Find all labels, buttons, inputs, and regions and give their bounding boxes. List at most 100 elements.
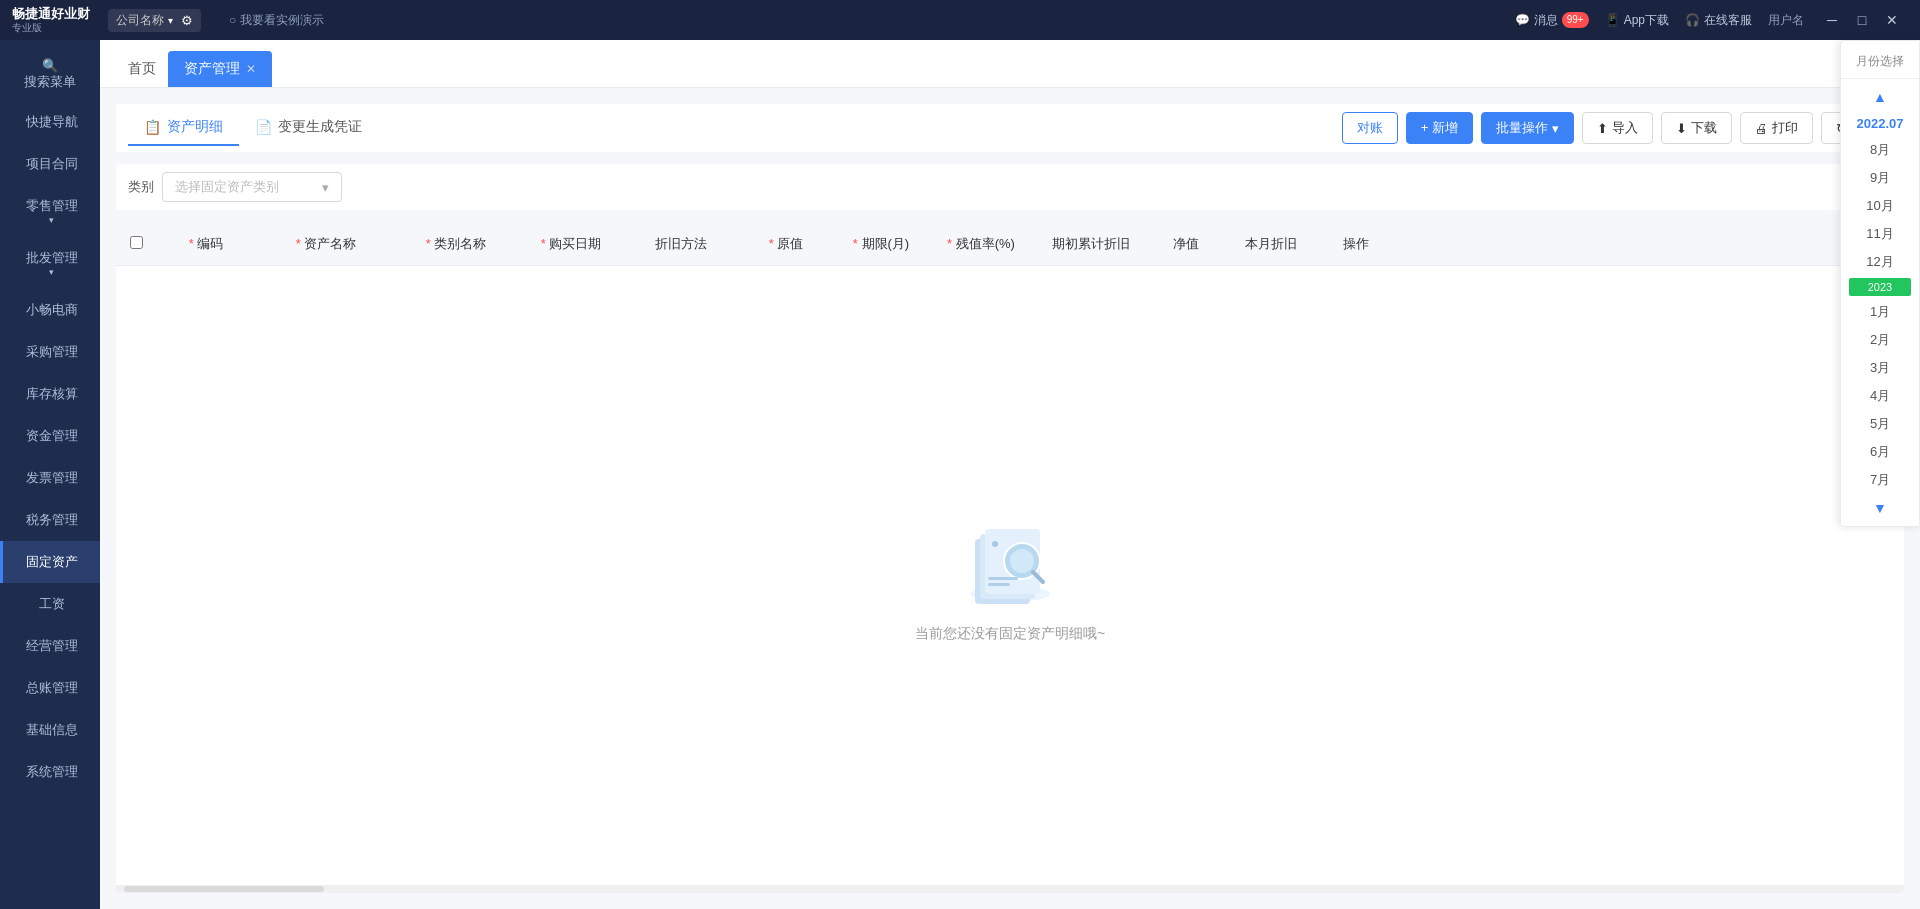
svg-rect-9 [988, 583, 1010, 586]
maximize-button[interactable]: □ [1850, 8, 1874, 32]
empty-text: 当前您还没有固定资产明细哦~ [915, 625, 1105, 643]
company-selector[interactable]: 公司名称 ▾ ⚙ [108, 9, 201, 32]
messages-button[interactable]: 💬 消息 99+ [1515, 12, 1589, 29]
print-button[interactable]: 🖨 打印 [1740, 112, 1813, 144]
sidebar-item-tax[interactable]: 税务管理 [0, 499, 100, 541]
month-item-5[interactable]: 5月 [1841, 410, 1919, 438]
month-nav-up-button[interactable]: ▲ [1870, 87, 1890, 107]
user-menu[interactable]: 用户名 [1768, 12, 1804, 29]
month-year-2023: 2023 [1849, 278, 1911, 296]
demo-link[interactable]: ○ 我要看实例演示 [229, 12, 324, 29]
th-code: 编码 [156, 227, 256, 261]
chevron-down-icon: ▾ [49, 267, 54, 277]
month-item-8[interactable]: 8月 [1841, 136, 1919, 164]
empty-illustration [950, 509, 1070, 609]
th-monthly-dep: 本月折旧 [1226, 227, 1316, 261]
month-item-12[interactable]: 12月 [1841, 248, 1919, 276]
sidebar-item-salary[interactable]: 工资 [0, 583, 100, 625]
th-net-value: 净值 [1146, 227, 1226, 261]
search-icon: 🔍 [42, 58, 58, 73]
sidebar-item-retail[interactable]: 零售管理 ▾ [0, 185, 100, 237]
sidebar-item-quicknav[interactable]: 快捷导航 [0, 101, 100, 143]
month-item-3[interactable]: 3月 [1841, 354, 1919, 382]
sidebar-item-assets[interactable]: 固定资产 [0, 541, 100, 583]
scrollbar[interactable] [116, 885, 1904, 893]
minimize-button[interactable]: ─ [1820, 8, 1844, 32]
download-button[interactable]: ⬇ 下载 [1661, 112, 1732, 144]
month-item-11[interactable]: 11月 [1841, 220, 1919, 248]
sidebar-item-wholesale[interactable]: 批发管理 ▾ [0, 237, 100, 289]
sidebar-item-purchase[interactable]: 采购管理 [0, 331, 100, 373]
month-nav-down-button[interactable]: ▼ [1870, 498, 1890, 518]
import-icon: ⬆ [1597, 121, 1608, 136]
month-item-selected[interactable]: 2022.07 [1841, 111, 1919, 136]
sub-tabs: 📋 资产明细 📄 变更生成凭证 [128, 110, 378, 146]
tab-bar: 首页 资产管理 ✕ [100, 40, 1920, 88]
demo-icon: ○ [229, 13, 236, 27]
month-item-4[interactable]: 4月 [1841, 382, 1919, 410]
top-bar-right: 💬 消息 99+ 📱 App下载 🎧 在线客服 用户名 ─ □ ✕ [1515, 8, 1908, 32]
close-button[interactable]: ✕ [1880, 8, 1904, 32]
sidebar-item-ledger[interactable]: 总账管理 [0, 667, 100, 709]
th-category: 类别名称 [396, 227, 516, 261]
tab-close-icon[interactable]: ✕ [246, 62, 256, 76]
company-name: 公司名称 [116, 12, 164, 29]
scrollbar-thumb[interactable] [124, 886, 324, 892]
import-button[interactable]: ⬆ 导入 [1582, 112, 1653, 144]
sidebar-item-inventory[interactable]: 库存核算 [0, 373, 100, 415]
reconcile-button[interactable]: 对账 [1342, 112, 1398, 144]
content-area: 首页 资产管理 ✕ 📋 资产明细 📄 [100, 40, 1920, 909]
sidebar: 🔍 搜索菜单 快捷导航 项目合同 零售管理 ▾ 批发管理 ▾ 小畅电商 采购管理… [0, 40, 100, 909]
sidebar-item-finance[interactable]: 资金管理 [0, 415, 100, 457]
empty-state: 当前您还没有固定资产明细哦~ [915, 469, 1105, 683]
chevron-down-icon: ▾ [168, 15, 173, 26]
th-period: 期限(月) [836, 227, 926, 261]
sidebar-item-system[interactable]: 系统管理 [0, 751, 100, 793]
select-all-checkbox[interactable] [130, 236, 143, 249]
month-nav-up: ▲ [1841, 87, 1919, 107]
category-select[interactable]: 选择固定资产类别 ▾ [162, 172, 342, 202]
sidebar-item-project[interactable]: 项目合同 [0, 143, 100, 185]
month-item-10[interactable]: 10月 [1841, 192, 1919, 220]
month-item-9[interactable]: 9月 [1841, 164, 1919, 192]
online-service-button[interactable]: 🎧 在线客服 [1685, 12, 1752, 29]
app-download-button[interactable]: 📱 App下载 [1605, 12, 1669, 29]
month-panel: 月份选择 ▲ 2022.07 8月 9月 10月 11月 12月 2023 1月… [1840, 40, 1920, 527]
th-purchase-date: 购买日期 [516, 227, 626, 261]
sub-tab-voucher[interactable]: 📄 变更生成凭证 [239, 110, 378, 146]
month-item-7-2023[interactable]: 7月 [1841, 466, 1919, 494]
chevron-down-icon: ▾ [322, 180, 329, 195]
month-item-6[interactable]: 6月 [1841, 438, 1919, 466]
chevron-down-icon: ▾ [1552, 121, 1559, 136]
top-bar: 畅捷通好业财 专业版 公司名称 ▾ ⚙ ○ 我要看实例演示 💬 消息 99+ 📱… [0, 0, 1920, 40]
detail-icon: 📋 [144, 119, 161, 135]
th-checkbox[interactable] [116, 228, 156, 260]
assets-table: 编码 资产名称 类别名称 购买日期 折旧方法 原值 期限(月) 残值率(%) 期… [116, 222, 1904, 893]
add-button[interactable]: + 新增 [1406, 112, 1473, 144]
user-name: 用户名 [1768, 12, 1804, 29]
page-content: 📋 资产明细 📄 变更生成凭证 对账 + 新增 批量操作 ▾ [100, 88, 1920, 909]
sub-tab-detail[interactable]: 📋 资产明细 [128, 110, 239, 146]
chevron-down-icon: ▾ [49, 215, 54, 225]
month-item-1[interactable]: 1月 [1841, 298, 1919, 326]
download-icon: ⬇ [1676, 121, 1687, 136]
window-controls: ─ □ ✕ [1820, 8, 1908, 32]
tab-home[interactable]: 首页 [116, 51, 168, 87]
top-bar-left: 畅捷通好业财 专业版 公司名称 ▾ ⚙ ○ 我要看实例演示 [12, 6, 1515, 34]
month-nav-down: ▼ [1841, 498, 1919, 518]
batch-button[interactable]: 批量操作 ▾ [1481, 112, 1574, 144]
sidebar-item-search[interactable]: 🔍 搜索菜单 [0, 48, 100, 101]
month-panel-title: 月份选择 [1841, 49, 1919, 79]
month-item-2[interactable]: 2月 [1841, 326, 1919, 354]
sidebar-label-search: 搜索菜单 [8, 73, 92, 91]
sidebar-item-ecommerce[interactable]: 小畅电商 [0, 289, 100, 331]
settings-icon[interactable]: ⚙ [181, 13, 193, 28]
svg-point-7 [992, 541, 998, 547]
th-accumulated: 期初累计折旧 [1036, 227, 1146, 261]
tab-assets[interactable]: 资产管理 ✕ [168, 51, 272, 87]
message-icon: 💬 [1515, 13, 1530, 27]
sidebar-item-invoice[interactable]: 发票管理 [0, 457, 100, 499]
sidebar-item-operations[interactable]: 经营管理 [0, 625, 100, 667]
sidebar-item-basic[interactable]: 基础信息 [0, 709, 100, 751]
messages-badge: 99+ [1562, 12, 1589, 28]
